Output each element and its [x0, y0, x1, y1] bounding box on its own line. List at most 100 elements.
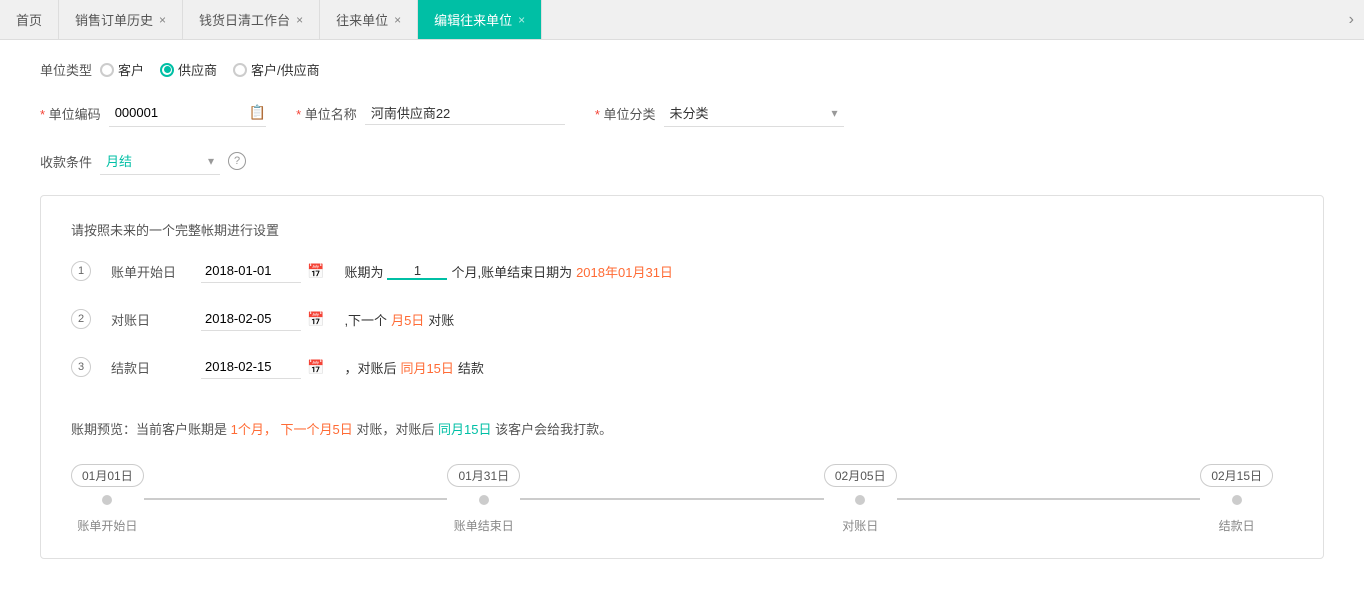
- payment-term-row: 收款条件 月结 ▾ ?: [40, 147, 1324, 175]
- preview-mid: 对账，对账后: [356, 422, 434, 437]
- account-preview: 账期预览：当前客户账期是 1个月， 下一个月5日 对账，对账后 同月15日 该客…: [71, 403, 1293, 454]
- timeline-label-3: 对账日: [842, 517, 878, 534]
- tab-sales-history-label: 销售订单历史: [75, 10, 153, 29]
- radio-customer[interactable]: 客户: [100, 60, 144, 79]
- radio-group: 客户 供应商 客户/供应商: [100, 60, 320, 79]
- step-row-3: 3 结款日 📅 ，对账后 同月15日 结款: [71, 355, 1293, 379]
- timeline-label-4: 结款日: [1219, 517, 1255, 534]
- tab-partner-units[interactable]: 往来单位 ×: [320, 0, 418, 39]
- tab-partner-units-label: 往来单位: [336, 10, 388, 29]
- timeline-line-3: [897, 498, 1201, 500]
- unit-type-row: 单位类型 客户 供应商 客户/供应商: [40, 60, 1324, 79]
- radio-both-circle: [233, 63, 247, 77]
- step-date-input-2[interactable]: [201, 307, 301, 331]
- step-date-3: 📅: [201, 355, 324, 379]
- tab-cash-workbench-label: 钱货日清工作台: [199, 10, 290, 29]
- step-num-2: 2: [71, 309, 91, 329]
- unit-name-item: 单位名称: [296, 101, 565, 125]
- timeline-node-3: 02月05日 对账日: [824, 464, 897, 534]
- tab-bar: 首页 销售订单历史 × 钱货日清工作台 × 往来单位 × 编辑往来单位 × ›: [0, 0, 1364, 40]
- step-date-input-3[interactable]: [201, 355, 301, 379]
- calendar-icon-2[interactable]: 📅: [307, 311, 324, 328]
- step-row-2: 2 对账日 📅 ,下一个 月5日 对账: [71, 307, 1293, 331]
- tab-edit-partner-close[interactable]: ×: [518, 13, 525, 27]
- timeline-badge-4: 02月15日: [1200, 464, 1273, 487]
- preview-suffix: 该客户会给我打款。: [495, 422, 612, 437]
- unit-type-item: 单位类型 客户 供应商 客户/供应商: [40, 60, 320, 79]
- preview-part1: 1个月，: [231, 422, 277, 437]
- timeline-node-4: 02月15日 结款日: [1200, 464, 1273, 534]
- timeline-dot-1: [102, 495, 112, 505]
- unit-category-arrow: ▾: [831, 106, 837, 120]
- payment-term-label: 收款条件: [40, 152, 92, 171]
- step-date-input-1[interactable]: [201, 259, 301, 283]
- preview-part3: 同月15日: [438, 422, 491, 437]
- unit-code-item: 单位编码 📋: [40, 99, 266, 127]
- unit-code-input[interactable]: [109, 101, 249, 124]
- radio-both-label: 客户/供应商: [251, 60, 320, 79]
- step-date-1: 📅: [201, 259, 324, 283]
- timeline-dot-4: [1232, 495, 1242, 505]
- payment-term-value: 月结: [106, 151, 132, 170]
- timeline-dot-3: [855, 495, 865, 505]
- step-num-3: 3: [71, 357, 91, 377]
- unit-code-label: 单位编码: [40, 104, 101, 123]
- timeline-container: 01月01日 账单开始日 01月31日 账单结束日 02月05日 对账日: [71, 454, 1293, 534]
- step-label-3: 结款日: [111, 358, 181, 377]
- timeline-node-1: 01月01日 账单开始日: [71, 464, 144, 534]
- calendar-icon-1[interactable]: 📅: [307, 263, 324, 280]
- help-icon[interactable]: ?: [228, 152, 246, 170]
- tab-cash-workbench[interactable]: 钱货日清工作台 ×: [183, 0, 320, 39]
- step-accent-3: 同月15日: [400, 358, 453, 377]
- payment-term-item: 收款条件 月结 ▾ ?: [40, 147, 246, 175]
- radio-supplier[interactable]: 供应商: [160, 60, 217, 79]
- copy-icon[interactable]: 📋: [249, 104, 266, 121]
- main-content: 单位类型 客户 供应商 客户/供应商 单位编码: [0, 40, 1364, 608]
- step-date-2: 📅: [201, 307, 324, 331]
- timeline-label-1: 账单开始日: [77, 517, 137, 534]
- unit-category-label: 单位分类: [595, 104, 656, 123]
- step-label-2: 对账日: [111, 310, 181, 329]
- unit-category-item: 单位分类 未分类 ▾: [595, 99, 844, 127]
- tab-home-label: 首页: [16, 10, 42, 29]
- step-desc-prefix-1: 账期为: [344, 262, 383, 281]
- step-desc-1: 账期为 个月,账单结束日期为 2018年01月31日: [344, 262, 672, 281]
- tab-edit-partner[interactable]: 编辑往来单位 ×: [418, 0, 542, 39]
- tab-cash-workbench-close[interactable]: ×: [296, 13, 303, 27]
- step-desc-suffix-1: 个月,账单结束日期为: [451, 262, 572, 281]
- tab-sales-history[interactable]: 销售订单历史 ×: [59, 0, 183, 39]
- timeline-line-1: [144, 498, 448, 500]
- radio-customer-circle: [100, 63, 114, 77]
- timeline-badge-3: 02月05日: [824, 464, 897, 487]
- radio-customer-label: 客户: [118, 60, 144, 79]
- info-box-title: 请按照未来的一个完整帐期进行设置: [71, 220, 1293, 239]
- radio-supplier-label: 供应商: [178, 60, 217, 79]
- unit-category-dropdown[interactable]: 未分类 ▾: [664, 99, 844, 127]
- calendar-icon-3[interactable]: 📅: [307, 359, 324, 376]
- step-desc-prefix-2: ,下一个: [344, 310, 387, 329]
- tab-partner-units-close[interactable]: ×: [394, 13, 401, 27]
- step-desc-3: ，对账后 同月15日 结款: [344, 358, 484, 377]
- preview-part2: 下一个月5日: [281, 422, 353, 437]
- unit-category-value: 未分类: [670, 103, 709, 122]
- unit-type-label: 单位类型: [40, 60, 92, 79]
- step-desc-2: ,下一个 月5日 对账: [344, 310, 454, 329]
- radio-both[interactable]: 客户/供应商: [233, 60, 320, 79]
- period-input[interactable]: [387, 263, 447, 280]
- step-accent-2: 月5日: [391, 310, 424, 329]
- tab-home[interactable]: 首页: [0, 0, 59, 39]
- timeline-node-2: 01月31日 账单结束日: [447, 464, 520, 534]
- timeline: 01月01日 账单开始日 01月31日 账单结束日 02月05日 对账日: [71, 464, 1273, 534]
- step-desc-suffix-3: 结款: [458, 358, 484, 377]
- timeline-badge-1: 01月01日: [71, 464, 144, 487]
- tab-edit-partner-label: 编辑往来单位: [434, 10, 512, 29]
- unit-name-input[interactable]: [365, 101, 565, 125]
- tab-sales-history-close[interactable]: ×: [159, 13, 166, 27]
- payment-term-dropdown[interactable]: 月结 ▾: [100, 147, 220, 175]
- timeline-label-2: 账单结束日: [454, 517, 514, 534]
- step-num-1: 1: [71, 261, 91, 281]
- timeline-line-2: [520, 498, 824, 500]
- payment-term-arrow: ▾: [208, 154, 214, 168]
- tab-scroll-arrow[interactable]: ›: [1339, 11, 1364, 29]
- step-end-date-1: 2018年01月31日: [576, 262, 673, 281]
